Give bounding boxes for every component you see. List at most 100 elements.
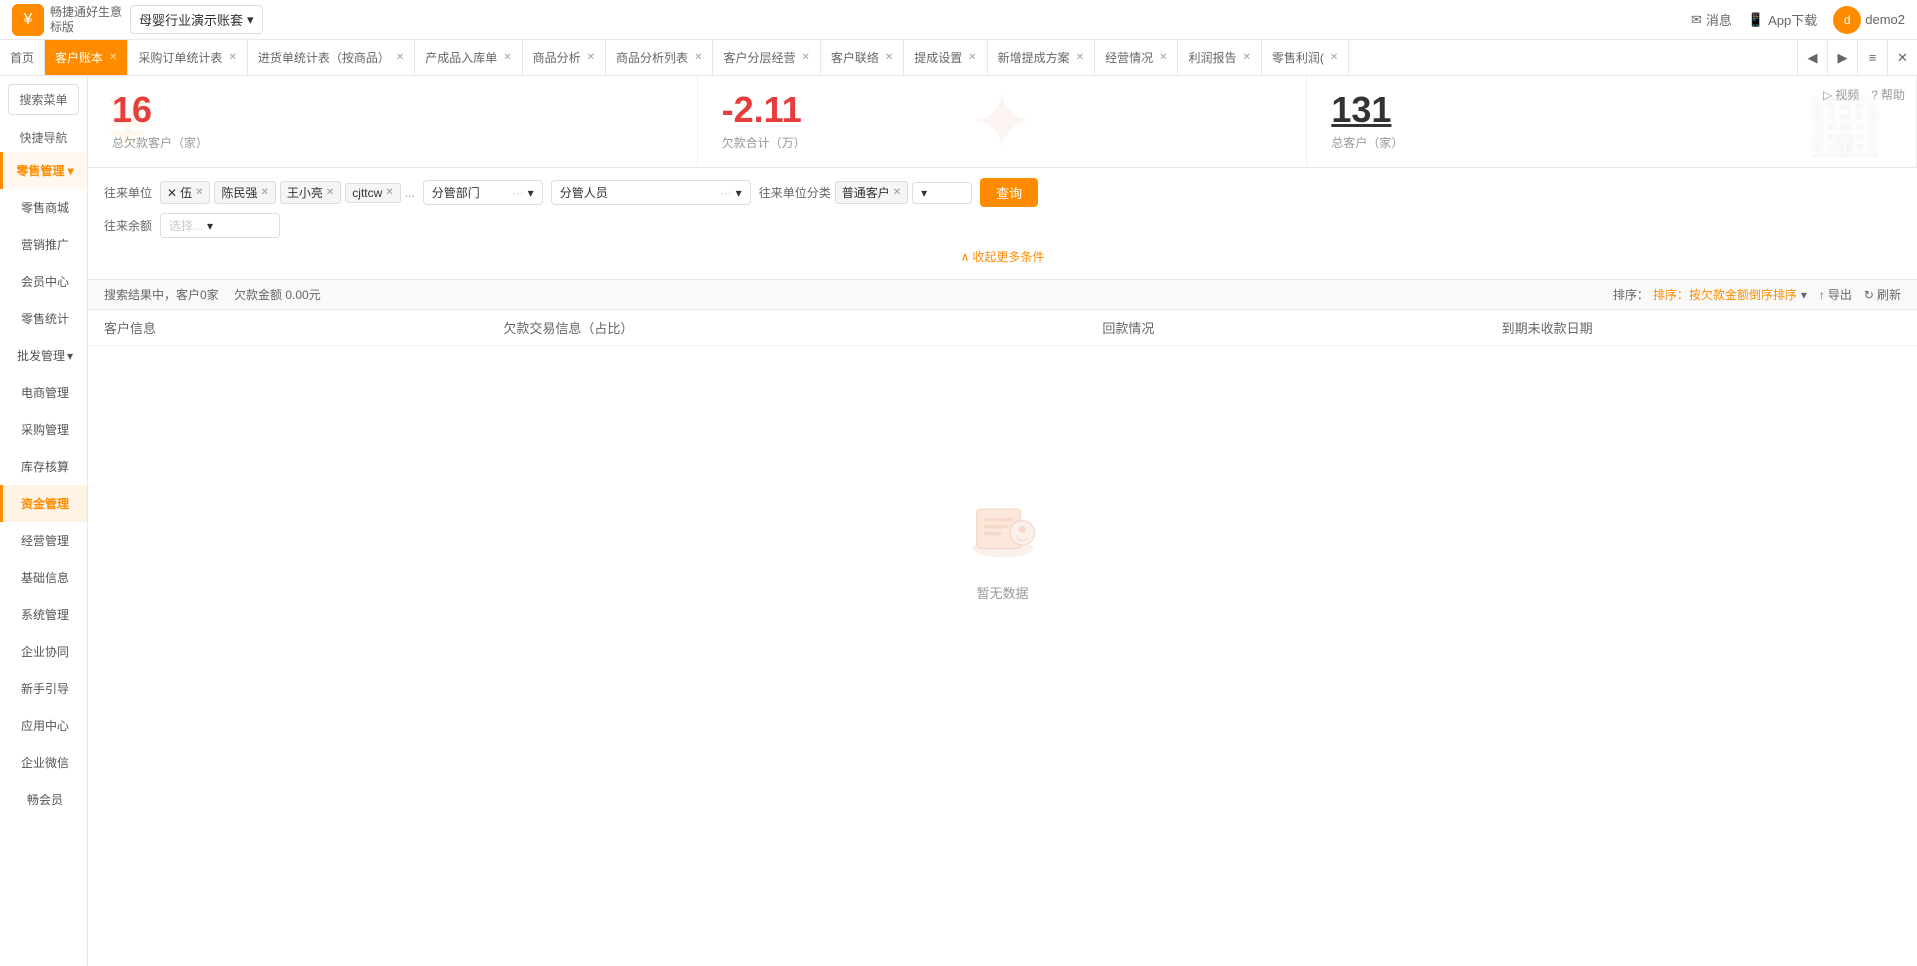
chevron-down-icon: ▾ (528, 186, 534, 200)
refresh-btn[interactable]: ↻ 刷新 (1864, 286, 1901, 303)
remove-tag-wu[interactable]: ✕ (195, 187, 203, 198)
sidebar-item-basic-info[interactable]: 基础信息 (0, 559, 87, 596)
close-icon[interactable]: ✕ (587, 52, 595, 63)
close-icon[interactable]: ✕ (396, 52, 404, 63)
collapse-filters-btn[interactable]: ∧ 收起更多条件 (104, 244, 1901, 269)
nav-next-btn[interactable]: ▶ (1827, 40, 1857, 76)
remove-category-tag[interactable]: ✕ (893, 187, 901, 198)
col-customer-info: 客户信息 (104, 318, 503, 337)
filter-more-btn[interactable]: ... (405, 186, 415, 200)
table-area: 客户信息 欠款交易信息（占比） 回款情况 到期未收款日期 (88, 310, 1917, 966)
tab-home[interactable]: 首页 (0, 40, 45, 76)
stat-debt-total: ✦ -2.11 欠款合计（万） (698, 76, 1308, 167)
sidebar-item-ecommerce[interactable]: 电商管理 (0, 374, 87, 411)
nav-close-btn[interactable]: ✕ (1887, 40, 1917, 76)
sidebar-item-purchase-mgmt[interactable]: 采购管理 (0, 411, 87, 448)
close-icon[interactable]: ✕ (885, 52, 893, 63)
debt-customers-label: 总欠款客户（家） (112, 134, 673, 151)
user-avatar[interactable]: d demo2 (1833, 6, 1905, 34)
belong-unit-label: 往来单位 (104, 184, 152, 201)
tab-customer-tier[interactable]: 客户分层经营 ✕ (713, 40, 820, 76)
sidebar-item-app-center[interactable]: 应用中心 (0, 707, 87, 744)
tab-product-inbound[interactable]: 产成品入库单 ✕ (415, 40, 522, 76)
sidebar-item-member-center[interactable]: 会员中心 (0, 263, 87, 300)
tab-boost-settings[interactable]: 提成设置 ✕ (904, 40, 987, 76)
close-icon[interactable]: ✕ (109, 52, 117, 63)
category-select[interactable]: ▾ (912, 182, 972, 204)
dept-more-icon: ··· (512, 186, 524, 200)
close-icon[interactable]: ✕ (503, 52, 511, 63)
sidebar-item-pro-member[interactable]: 畅会员 (0, 781, 87, 818)
nav-prev-btn[interactable]: ◀ (1797, 40, 1827, 76)
debt-customers-value: 16 (112, 92, 673, 128)
tab-operations[interactable]: 经营情况 ✕ (1095, 40, 1178, 76)
dept-select[interactable]: 分管部门 ··· ▾ (423, 180, 543, 205)
tab-goods-analysis[interactable]: 商品分析 ✕ (523, 40, 606, 76)
stats-help-area: ▷ 视频 ? 帮助 (1823, 86, 1905, 103)
close-icon[interactable]: ✕ (801, 52, 809, 63)
stat-debt-customers: ¥ 16 总欠款客户（家） (88, 76, 698, 167)
tab-retail-profit[interactable]: 零售利润( ✕ (1262, 40, 1349, 76)
close-icon[interactable]: ✕ (228, 52, 236, 63)
query-button[interactable]: 查询 (980, 178, 1038, 207)
tab-purchase-order[interactable]: 采购订单统计表 ✕ (128, 40, 247, 76)
video-btn[interactable]: ▷ 视频 (1823, 86, 1859, 103)
sidebar-item-system-mgmt[interactable]: 系统管理 (0, 596, 87, 633)
remove-tag-chen[interactable]: ✕ (261, 187, 269, 198)
category-label: 往来单位分类 (759, 184, 831, 201)
filter-row-2: 往来余额 选择... ▾ (104, 213, 1901, 238)
sidebar-item-retail-stats[interactable]: 零售统计 (0, 300, 87, 337)
help-btn[interactable]: ? 帮助 (1871, 86, 1905, 103)
balance-select[interactable]: 选择... ▾ (160, 213, 280, 238)
close-icon[interactable]: ✕ (1159, 52, 1167, 63)
chevron-down-icon: ▾ (921, 186, 927, 200)
sidebar-item-marketing[interactable]: 营销推广 (0, 226, 87, 263)
sidebar-item-new-guide[interactable]: 新手引导 (0, 670, 87, 707)
close-icon[interactable]: ✕ (1243, 52, 1251, 63)
sidebar-item-retail-mall[interactable]: 零售商城 (0, 189, 87, 226)
sidebar-search-area: 搜索菜单 (0, 76, 87, 123)
table-body: 暂无数据 (88, 346, 1917, 746)
sidebar-item-finance[interactable]: 资金管理 (0, 485, 87, 522)
sidebar-item-inventory[interactable]: 库存核算 (0, 448, 87, 485)
tab-goods-analysis-list[interactable]: 商品分析列表 ✕ (606, 40, 713, 76)
results-summary: 搜索结果中，客户0家 欠款金额 0.00元 (104, 286, 321, 303)
filter-tag-wu: ✕ 伍 ✕ (160, 181, 210, 204)
tab-customer-contact[interactable]: 客户联络 ✕ (821, 40, 904, 76)
remove-tag-cj[interactable]: ✕ (385, 187, 393, 198)
sidebar-item-retail-mgmt[interactable]: 零售管理 ▾ (0, 152, 87, 189)
close-icon[interactable]: ✕ (694, 52, 702, 63)
person-select[interactable]: 分管人员 ··· ▾ (551, 180, 751, 205)
tab-profit-report[interactable]: 利润报告 ✕ (1178, 40, 1261, 76)
export-icon: ↑ (1819, 288, 1825, 302)
sidebar-item-batch-mgmt[interactable]: 批发管理 ▾ (0, 337, 87, 374)
main-layout: 搜索菜单 快捷导航 零售管理 ▾ 零售商城 营销推广 会员中心 零售统计 批发管… (0, 76, 1917, 966)
nav-menu-btn[interactable]: ≡ (1857, 40, 1887, 76)
chevron-down-icon: ▾ (736, 186, 742, 200)
logo-area: ¥ 畅捷通好生意 标版 (12, 4, 122, 36)
sidebar-item-operations-mgmt[interactable]: 经营管理 (0, 522, 87, 559)
logo-text: 畅捷通好生意 标版 (50, 5, 122, 34)
sidebar-item-enterprise-wechat[interactable]: 企业微信 (0, 744, 87, 781)
export-btn[interactable]: ↑ 导出 (1819, 286, 1852, 303)
sidebar-item-enterprise-collab[interactable]: 企业协同 (0, 633, 87, 670)
remove-tag-wang[interactable]: ✕ (326, 187, 334, 198)
quick-nav-btn[interactable]: 快捷导航 (0, 123, 87, 152)
close-icon[interactable]: ✕ (968, 52, 976, 63)
table-header: 客户信息 欠款交易信息（占比） 回款情况 到期未收款日期 (88, 310, 1917, 346)
search-menu-btn[interactable]: 搜索菜单 (8, 84, 79, 115)
tab-new-boost[interactable]: 新增提成方案 ✕ (988, 40, 1095, 76)
tab-customer-account[interactable]: 客户账本 ✕ (45, 40, 128, 76)
sort-chevron-icon: ▾ (1801, 288, 1807, 302)
sidebar: 搜索菜单 快捷导航 零售管理 ▾ 零售商城 营销推广 会员中心 零售统计 批发管… (0, 76, 88, 966)
close-icon[interactable]: ✕ (1076, 52, 1084, 63)
sort-selector[interactable]: 排序： 排序：按欠款金额倒序排序 ▾ (1613, 286, 1807, 303)
message-btn[interactable]: ✉ 消息 (1691, 10, 1732, 29)
tab-inbound-stats[interactable]: 进货单统计表（按商品） ✕ (248, 40, 415, 76)
col-debt-info: 欠款交易信息（占比） (503, 318, 1102, 337)
stats-row: ¥ 16 总欠款客户（家） ✦ -2.11 欠款合计（万） 🏢 131 总客户（… (88, 76, 1917, 168)
close-icon[interactable]: ✕ (1330, 52, 1338, 63)
nav-tabs-bar: 首页 客户账本 ✕ 采购订单统计表 ✕ 进货单统计表（按商品） ✕ 产成品入库单… (0, 40, 1917, 76)
store-selector[interactable]: 母婴行业演示账套 ▾ (130, 5, 263, 34)
app-download-btn[interactable]: 📱 App下载 (1748, 10, 1817, 29)
